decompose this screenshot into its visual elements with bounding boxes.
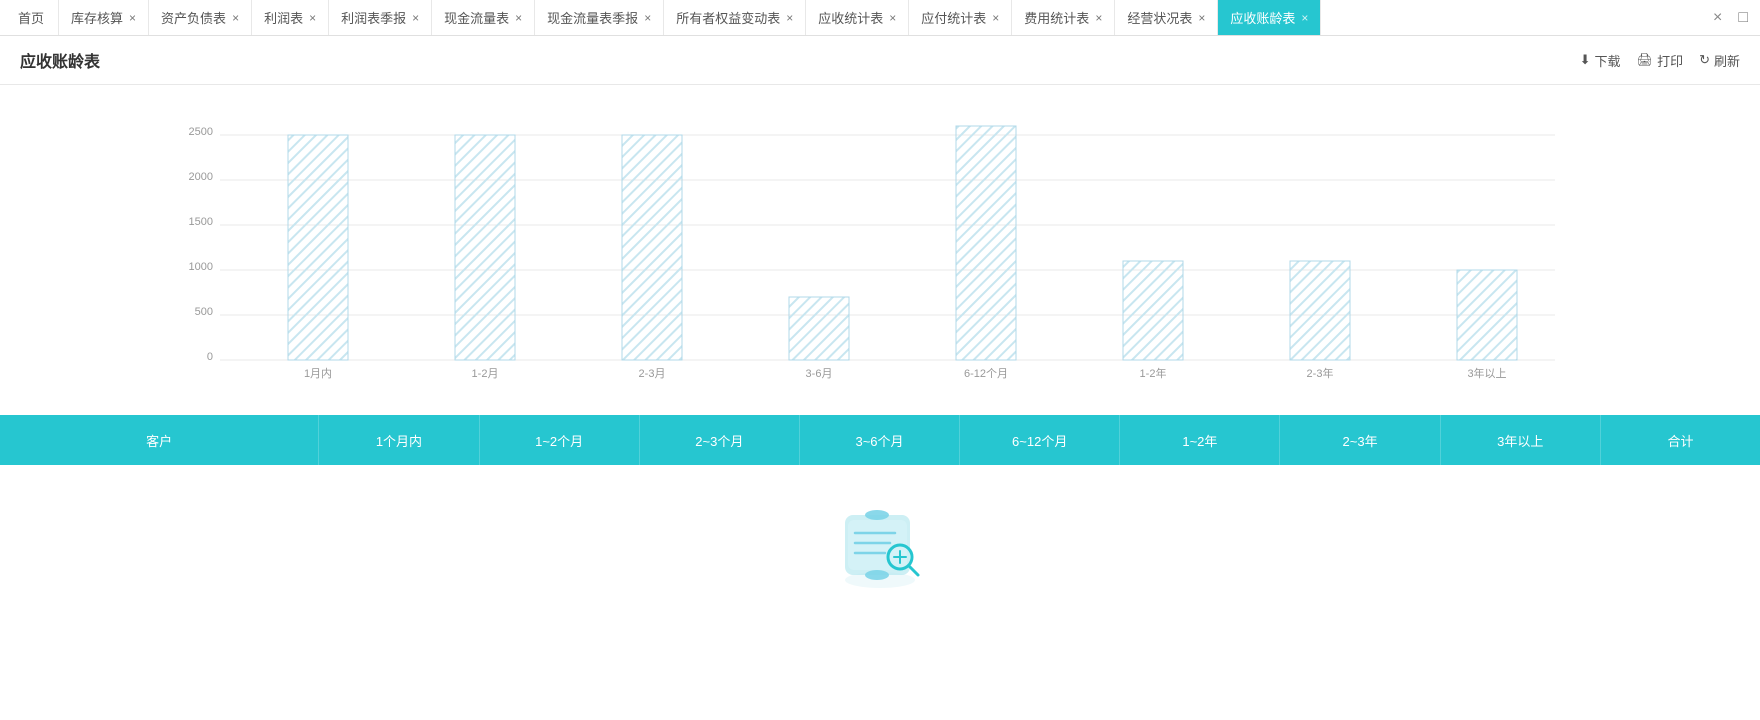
bar-1-2month [455,135,515,360]
tab-cashflow[interactable]: 现金流量表× [432,0,535,36]
tab-close-receivable-stat[interactable]: × [889,11,896,25]
table-header-cell-5: 6~12个月 [960,415,1120,465]
refresh-label: 刷新 [1714,51,1740,70]
bar-1month [288,135,348,360]
tab-bar-end: × □ [1705,9,1756,27]
download-label: 下载 [1595,51,1621,70]
tab-close-operation-status[interactable]: × [1198,11,1205,25]
table-header-cell-0: 客户 [0,415,319,465]
tab-close-expense-stat[interactable]: × [1095,11,1102,25]
table-header-cell-8: 3年以上 [1441,415,1601,465]
svg-text:3-6月: 3-6月 [806,368,833,380]
bar-6-12month [956,126,1016,360]
tab-close-aging-report[interactable]: × [1301,11,1308,25]
svg-text:2000: 2000 [189,171,213,183]
bar-3-6month [789,297,849,360]
refresh-icon: ↻ [1699,52,1710,68]
tab-cashflow-quarterly[interactable]: 现金流量表季报× [535,0,664,36]
tab-home[interactable]: 首页 [4,0,59,36]
table-header-cell-4: 3~6个月 [800,415,960,465]
tab-receivable-stat[interactable]: 应收统计表× [806,0,909,36]
print-button[interactable]: 🖨 打印 [1637,51,1684,70]
tab-equity-change[interactable]: 所有者权益变动表× [664,0,806,36]
tab-close-balance-sheet[interactable]: × [232,11,239,25]
tab-close-profit-quarterly[interactable]: × [412,11,419,25]
tab-expense-stat[interactable]: 费用统计表× [1012,0,1115,36]
tab-aging-report[interactable]: 应收账龄表× [1218,0,1321,36]
refresh-button[interactable]: ↻ 刷新 [1699,51,1740,70]
table-header-cell-1: 1个月内 [319,415,479,465]
page-title: 应收账龄表 [20,48,100,72]
svg-text:3年以上: 3年以上 [1467,366,1506,380]
page-header: 应收账龄表 ⬇ 下载 🖨 打印 ↻ 刷新 [0,36,1760,85]
print-icon: 🖨 [1637,52,1654,68]
svg-text:500: 500 [195,306,213,318]
table-header-cell-3: 2~3个月 [640,415,800,465]
tab-close-payable-stat[interactable]: × [992,11,999,25]
tab-inventory[interactable]: 库存核算× [59,0,149,36]
tab-close-inventory[interactable]: × [129,11,136,25]
tab-profit-quarterly[interactable]: 利润表季报× [329,0,432,36]
table-header-cell-9: 合计 [1601,415,1760,465]
svg-text:1000: 1000 [189,261,213,273]
table-header-cell-7: 2~3年 [1280,415,1440,465]
table-header-cell-2: 1~2个月 [480,415,640,465]
empty-state [0,465,1760,625]
bar-chart-svg: 0 500 1000 1500 2000 2500 1月内 1-2月 2 [20,105,1730,405]
tab-close-cashflow-quarterly[interactable]: × [644,11,651,25]
bar-1-2year [1123,261,1183,360]
page-actions: ⬇ 下载 🖨 打印 ↻ 刷新 [1580,51,1740,70]
tab-bar: 首页 库存核算×资产负债表×利润表×利润表季报×现金流量表×现金流量表季报×所有… [0,0,1760,36]
empty-icon [820,495,940,595]
window-maximize-icon[interactable]: □ [1730,9,1756,27]
svg-text:1月内: 1月内 [304,366,332,380]
table-header: 客户1个月内1~2个月2~3个月3~6个月6~12个月1~2年2~3年3年以上合… [0,415,1760,465]
download-button[interactable]: ⬇ 下载 [1580,51,1621,70]
download-icon: ⬇ [1580,52,1591,68]
tab-close-equity-change[interactable]: × [786,11,793,25]
bar-2-3month [622,135,682,360]
tab-profit[interactable]: 利润表× [252,0,329,36]
svg-text:6-12个月: 6-12个月 [964,367,1008,380]
chart-area: 0 500 1000 1500 2000 2500 1月内 1-2月 2 [0,85,1760,415]
svg-text:1-2月: 1-2月 [472,368,499,380]
tab-payable-stat[interactable]: 应付统计表× [909,0,1012,36]
bar-2-3year [1290,261,1350,360]
svg-text:2500: 2500 [189,126,213,138]
window-close-icon[interactable]: × [1705,9,1730,27]
page-content: 应收账龄表 ⬇ 下载 🖨 打印 ↻ 刷新 0 [0,36,1760,720]
tab-operation-status[interactable]: 经营状况表× [1115,0,1218,36]
print-label: 打印 [1657,51,1683,70]
tab-balance-sheet[interactable]: 资产负债表× [149,0,252,36]
tab-close-cashflow[interactable]: × [515,11,522,25]
svg-text:2-3月: 2-3月 [639,368,666,380]
tab-close-profit[interactable]: × [309,11,316,25]
svg-text:2-3年: 2-3年 [1307,366,1334,380]
table-header-cell-6: 1~2年 [1120,415,1280,465]
svg-text:0: 0 [207,351,213,363]
svg-text:1500: 1500 [189,216,213,228]
bar-3plusyear [1457,270,1517,360]
svg-text:1-2年: 1-2年 [1140,366,1167,380]
